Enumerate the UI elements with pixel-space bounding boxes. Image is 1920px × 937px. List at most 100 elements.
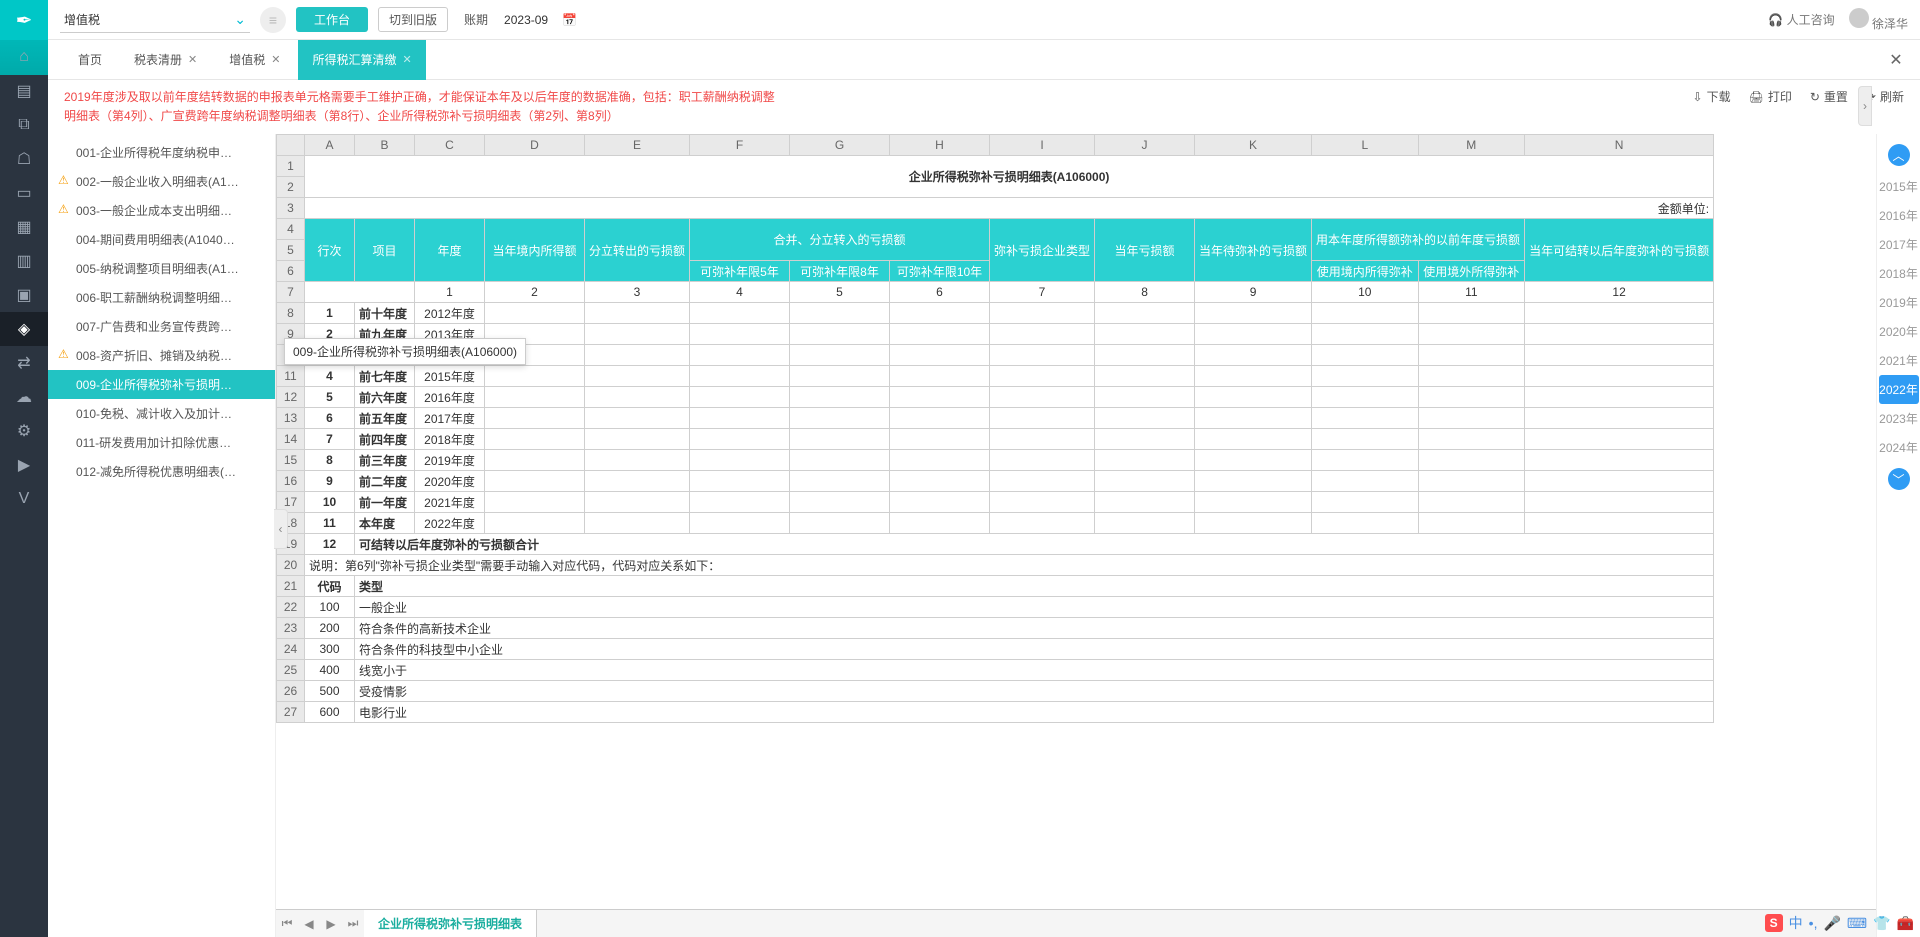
nav-v-icon[interactable]: V — [0, 482, 48, 516]
sheet-title: 企业所得税弥补亏损明细表(A106000) — [305, 156, 1714, 198]
warning-notice: 2019年度涉及取以前年度结转数据的申报表单元格需要手工维护正确，才能保证本年及… — [64, 88, 784, 126]
reset-button[interactable]: ↻ 重置 — [1810, 88, 1848, 105]
sogou-icon[interactable]: S — [1765, 914, 1783, 932]
ime-tool-icon[interactable]: 🧰 — [1897, 915, 1914, 932]
topbar: 增值税 ⌄ ≡ 工作台 切到旧版 账期 2023-09 📅 🎧 人工咨询 徐泽华 — [48, 0, 1920, 40]
col-header[interactable]: C — [415, 135, 485, 156]
nav-media-icon[interactable]: ▶ — [0, 448, 48, 482]
close-icon[interactable]: ✕ — [271, 53, 280, 66]
nav-report-icon[interactable]: ▦ — [0, 210, 48, 244]
history-button[interactable]: ≡ — [260, 7, 286, 33]
tab-bar: 首页税表清册✕增值税✕所得税汇算清缴✕ ✕ — [48, 40, 1920, 80]
download-button[interactable]: ⇩ 下载 — [1693, 88, 1731, 105]
app-logo: ✒ — [0, 0, 48, 40]
period-label: 账期 — [464, 11, 488, 28]
sheet-prev-button[interactable]: ◀ — [298, 917, 320, 931]
ime-lang[interactable]: 中 — [1789, 913, 1803, 933]
year-2021年[interactable]: 2021年 — [1879, 346, 1919, 375]
close-all-tabs-button[interactable]: ✕ — [1884, 48, 1908, 72]
sheet-toolbar: ⇩ 下载 🖨 打印 ↻ 重置 ⟳ 刷新 — [1693, 88, 1904, 105]
tab-1[interactable]: 税表清册✕ — [120, 40, 211, 80]
col-header[interactable]: H — [890, 135, 990, 156]
tree-item-3[interactable]: 004-期间费用明细表(A1040… — [48, 225, 275, 254]
nav-transfer-icon[interactable]: ⇄ — [0, 346, 48, 380]
nav-cloud-icon[interactable]: ☁ — [0, 380, 48, 414]
workspace-button[interactable]: 工作台 — [296, 7, 368, 32]
year-2020年[interactable]: 2020年 — [1879, 317, 1919, 346]
year-2022年[interactable]: 2022年 — [1879, 375, 1919, 404]
year-2023年[interactable]: 2023年 — [1879, 404, 1919, 433]
col-header[interactable]: A — [305, 135, 355, 156]
switch-old-button[interactable]: 切到旧版 — [378, 7, 448, 32]
nav-chart-icon[interactable]: ⧉ — [0, 108, 48, 142]
ime-keyboard-icon[interactable]: ⌨ — [1847, 915, 1867, 932]
nav-table-icon[interactable]: ▣ — [0, 278, 48, 312]
col-header[interactable]: K — [1195, 135, 1312, 156]
left-nav: ✒ ⌂ ▤ ⧉ ☖ ▭ ▦ ▥ ▣ ◈ ⇄ ☁ ⚙ ▶ V — [0, 0, 48, 937]
ime-skin-icon[interactable]: 👕 — [1873, 915, 1890, 932]
ime-punct-icon[interactable]: •, — [1809, 915, 1818, 931]
sheet-last-button[interactable]: ⏭ — [342, 916, 364, 931]
user-menu[interactable]: 徐泽华 — [1849, 8, 1908, 32]
col-header[interactable]: E — [585, 135, 690, 156]
tab-2[interactable]: 增值税✕ — [215, 40, 294, 80]
year-down-button[interactable]: ﹀ — [1888, 468, 1910, 490]
calendar-icon[interactable]: 📅 — [562, 13, 577, 27]
col-header[interactable]: J — [1095, 135, 1195, 156]
col-header[interactable]: B — [355, 135, 415, 156]
tax-type-dropdown[interactable]: 增值税 ⌄ — [60, 7, 250, 33]
col-header[interactable]: N — [1525, 135, 1714, 156]
tree-item-7[interactable]: ⚠008-资产折旧、摊销及纳税… — [48, 341, 275, 370]
tree-item-5[interactable]: 006-职工薪酬纳税调整明细… — [48, 283, 275, 312]
close-icon[interactable]: ✕ — [188, 53, 197, 66]
year-rail: ︿ 2015年2016年2017年2018年2019年2020年2021年202… — [1876, 134, 1920, 937]
year-2015年[interactable]: 2015年 — [1879, 172, 1919, 201]
year-2017年[interactable]: 2017年 — [1879, 230, 1919, 259]
nav-bag-icon[interactable]: ☖ — [0, 142, 48, 176]
col-header[interactable]: D — [485, 135, 585, 156]
tree-item-4[interactable]: 005-纳税调整项目明细表(A1… — [48, 254, 275, 283]
nav-book-icon[interactable]: ▭ — [0, 176, 48, 210]
expand-rail-button[interactable]: › — [1858, 86, 1872, 126]
tab-0[interactable]: 首页 — [64, 40, 116, 80]
consult-link[interactable]: 🎧 人工咨询 — [1768, 11, 1834, 28]
warning-icon: ⚠ — [58, 173, 69, 187]
col-header[interactable]: F — [690, 135, 790, 156]
nav-doc-icon[interactable]: ▤ — [0, 74, 48, 108]
print-button[interactable]: 🖨 打印 — [1749, 88, 1792, 105]
year-up-button[interactable]: ︿ — [1888, 144, 1910, 166]
sheet-tab[interactable]: 企业所得税弥补亏损明细表 — [364, 910, 537, 937]
tree-item-9[interactable]: 010-免税、减计收入及加计… — [48, 399, 275, 428]
col-header[interactable]: L — [1312, 135, 1419, 156]
tree-item-8[interactable]: 009-企业所得税弥补亏损明… — [48, 370, 275, 399]
nav-tax-icon[interactable]: ◈ — [0, 312, 48, 346]
avatar — [1849, 8, 1869, 28]
col-header[interactable]: M — [1418, 135, 1525, 156]
nav-form-icon[interactable]: ▥ — [0, 244, 48, 278]
tab-3[interactable]: 所得税汇算清缴✕ — [298, 40, 425, 80]
col-header[interactable]: I — [990, 135, 1095, 156]
collapse-tree-button[interactable]: ‹ — [274, 509, 288, 549]
sheet-first-button[interactable]: ⏮ — [276, 916, 298, 931]
ime-mic-icon[interactable]: 🎤 — [1823, 915, 1840, 932]
tree-item-1[interactable]: ⚠002-一般企业收入明细表(A1… — [48, 167, 275, 196]
tree-item-6[interactable]: 007-广告费和业务宣传费跨… — [48, 312, 275, 341]
year-2019年[interactable]: 2019年 — [1879, 288, 1919, 317]
chevron-down-icon: ⌄ — [234, 11, 246, 28]
close-icon[interactable]: ✕ — [403, 53, 412, 66]
tree-item-0[interactable]: 001-企业所得税年度纳税申… — [48, 138, 275, 167]
tree-item-2[interactable]: ⚠003-一般企业成本支出明细… — [48, 196, 275, 225]
tree-item-11[interactable]: 012-减免所得税优惠明细表(… — [48, 457, 275, 486]
nav-gear-icon[interactable]: ⚙ — [0, 414, 48, 448]
year-2016年[interactable]: 2016年 — [1879, 201, 1919, 230]
period-value[interactable]: 2023-09 — [504, 13, 548, 27]
year-2018年[interactable]: 2018年 — [1879, 259, 1919, 288]
sheet-next-button[interactable]: ▶ — [320, 917, 342, 931]
tree-item-10[interactable]: 011-研发费用加计扣除优惠… — [48, 428, 275, 457]
year-2024年[interactable]: 2024年 — [1879, 433, 1919, 462]
warning-icon: ⚠ — [58, 347, 69, 361]
col-header[interactable]: G — [790, 135, 890, 156]
warning-icon: ⚠ — [58, 202, 69, 216]
nav-home-icon[interactable]: ⌂ — [0, 40, 48, 74]
spreadsheet[interactable]: ABCDEFGHIJKLMN1企业所得税弥补亏损明细表(A106000)23金额… — [276, 134, 1876, 937]
